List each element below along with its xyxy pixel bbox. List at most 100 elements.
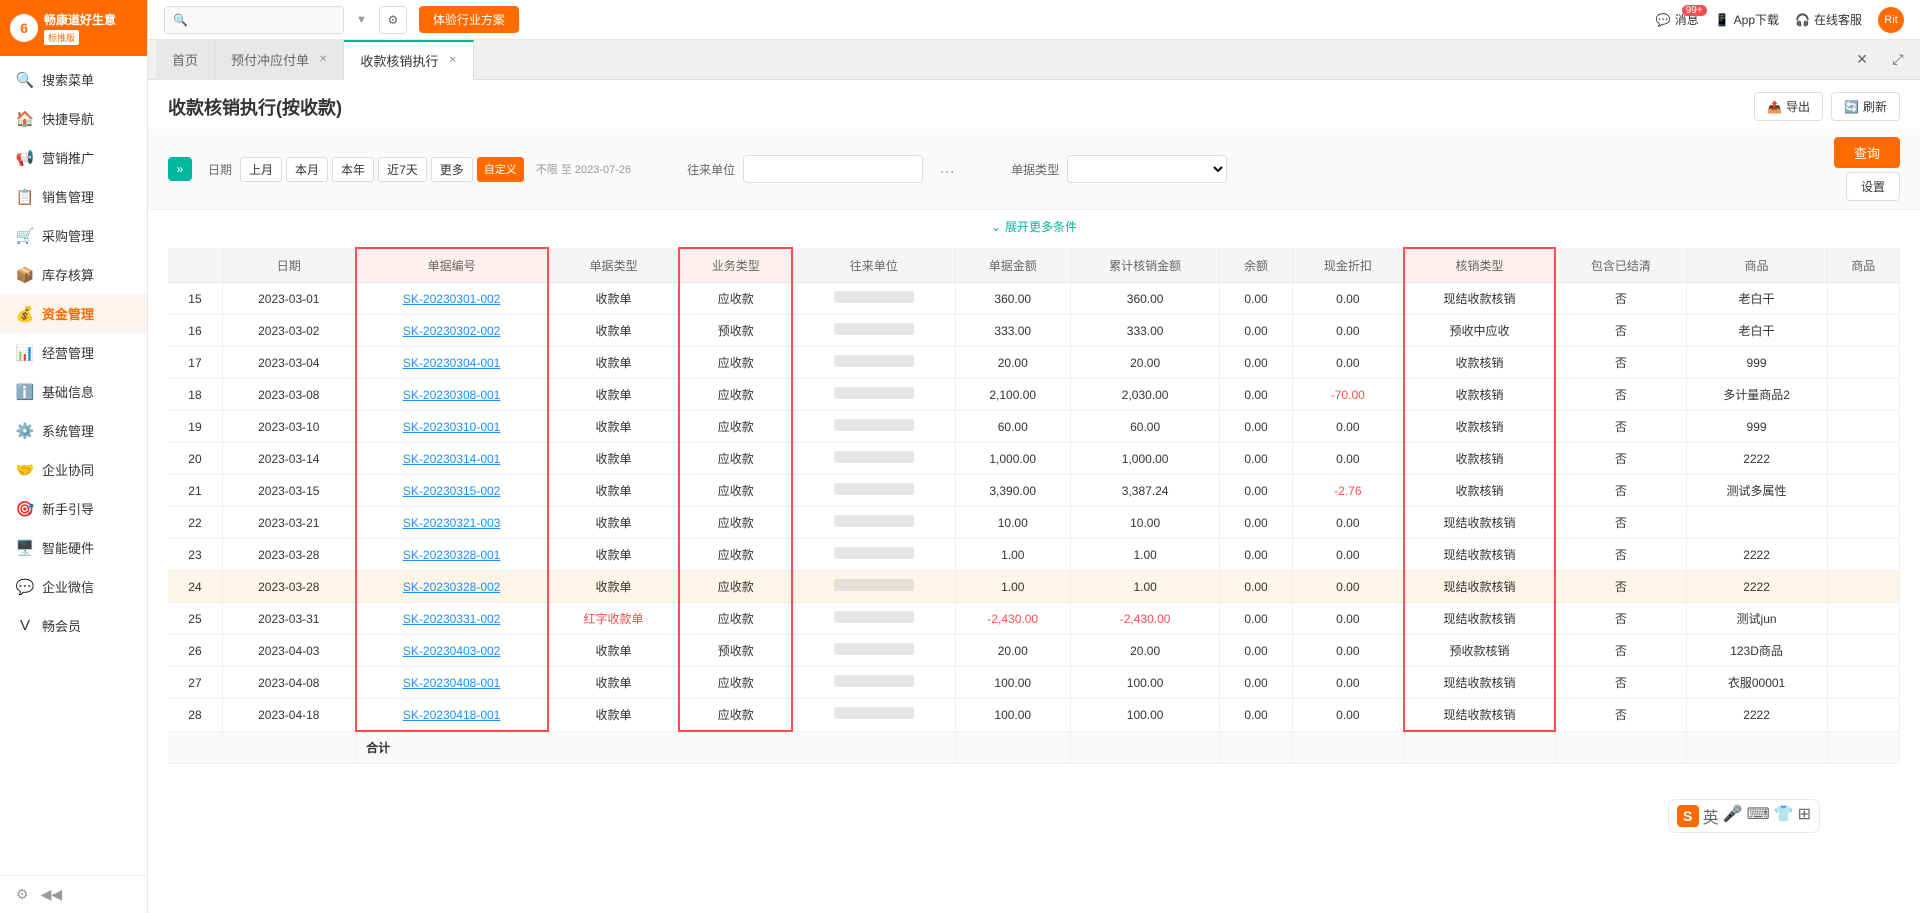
sidebar-item-label-finance: 资金管理 — [42, 304, 94, 323]
sidebar-bottom: ⚙ ◀◀ — [0, 875, 147, 913]
sidebar-item-search[interactable]: 🔍搜索菜单 — [0, 60, 147, 99]
last-month-btn[interactable]: 上月 — [240, 157, 282, 182]
bill-type-select[interactable] — [1067, 155, 1227, 183]
filter-toggle-btn[interactable]: » — [168, 157, 192, 181]
cell-r8-c2[interactable]: SK-20230328-001 — [356, 539, 548, 571]
tab-home[interactable]: 首页 — [156, 40, 215, 80]
expand-conditions-btn[interactable]: ⌄ 展开更多条件 — [991, 218, 1077, 235]
topbar-dropdown[interactable]: ▼ — [356, 14, 367, 26]
settings-btn[interactable]: 设置 — [1846, 172, 1900, 201]
cell-r2-c12: 999 — [1686, 347, 1827, 379]
bill-link[interactable]: SK-20230418-001 — [403, 708, 500, 722]
cell-r2-c2[interactable]: SK-20230304-001 — [356, 347, 548, 379]
user-avatar[interactable]: Rit — [1878, 7, 1904, 33]
sidebar-item-basic[interactable]: ℹ️基础信息 — [0, 372, 147, 411]
cell-r10-c2[interactable]: SK-20230331-002 — [356, 603, 548, 635]
topbar-search-box[interactable]: 🔍 — [164, 6, 344, 34]
app-download-btn[interactable]: 📱 App下载 — [1715, 11, 1779, 28]
cell-r13-c7: 100.00 — [1070, 699, 1220, 732]
cell-r2-c0: 17 — [168, 347, 222, 379]
bill-link[interactable]: SK-20230315-002 — [403, 484, 500, 498]
bill-link[interactable]: SK-20230408-001 — [403, 676, 500, 690]
sidebar-item-shortcut[interactable]: 🏠快捷导航 — [0, 99, 147, 138]
cell-r13-c2[interactable]: SK-20230418-001 — [356, 699, 548, 732]
online-service-btn[interactable]: 🎧 在线客服 — [1795, 11, 1862, 28]
bill-link[interactable]: SK-20230321-003 — [403, 516, 500, 530]
cell-r7-c8: 0.00 — [1220, 507, 1292, 539]
sidebar-item-enterprise[interactable]: 🤝企业协同 — [0, 450, 147, 489]
cell-r0-c2[interactable]: SK-20230301-002 — [356, 283, 548, 315]
sidebar-item-sales[interactable]: 📋销售管理 — [0, 177, 147, 216]
cell-r11-c7: 20.00 — [1070, 635, 1220, 667]
sidebar-item-guide[interactable]: 🎯新手引导 — [0, 489, 147, 528]
table-row: 282023-04-18SK-20230418-001收款单应收款100.001… — [168, 699, 1900, 732]
bill-link[interactable]: SK-20230314-001 — [403, 452, 500, 466]
col-header-12: 商品 — [1686, 248, 1827, 283]
sidebar-item-wechat[interactable]: 💬企业微信 — [0, 567, 147, 606]
maximize-tab-btn[interactable]: ⤢ — [1884, 46, 1912, 74]
topbar-gear-btn[interactable]: ⚙ — [379, 6, 407, 34]
sidebar-item-inventory[interactable]: 📦库存核算 — [0, 255, 147, 294]
bill-link[interactable]: SK-20230310-001 — [403, 420, 500, 434]
bill-link[interactable]: SK-20230302-002 — [403, 324, 500, 338]
bill-link[interactable]: SK-20230331-002 — [403, 612, 500, 626]
tabs-actions: ✕ ⤢ — [1848, 46, 1920, 74]
cell-r9-c0: 24 — [168, 571, 222, 603]
cell-r11-c2[interactable]: SK-20230403-002 — [356, 635, 548, 667]
cell-r0-c11: 否 — [1555, 283, 1686, 315]
tab-payable[interactable]: 预付冲应付单✕ — [215, 40, 344, 80]
bill-link[interactable]: SK-20230304-001 — [403, 356, 500, 370]
sidebar-item-marketing[interactable]: 📢营销推广 — [0, 138, 147, 177]
export-btn[interactable]: 📤 导出 — [1754, 92, 1823, 121]
messages-btn[interactable]: 💬 消息 99+ — [1656, 11, 1699, 28]
settings-icon[interactable]: ⚙ — [16, 886, 29, 903]
cell-r1-c2[interactable]: SK-20230302-002 — [356, 315, 548, 347]
chevron-right-icon: » — [177, 162, 184, 176]
sidebar-item-system[interactable]: ⚙️系统管理 — [0, 411, 147, 450]
cell-r2-c6: 20.00 — [955, 347, 1070, 379]
last-7days-btn[interactable]: 近7天 — [378, 157, 427, 182]
cell-r5-c9: 0.00 — [1292, 443, 1404, 475]
cell-r9-c9: 0.00 — [1292, 571, 1404, 603]
bill-link[interactable]: SK-20230328-001 — [403, 548, 500, 562]
bill-link[interactable]: SK-20230403-002 — [403, 644, 500, 658]
tab-close-receipt[interactable]: ✕ — [448, 55, 456, 66]
sidebar-item-purchase[interactable]: 🛒采购管理 — [0, 216, 147, 255]
search-input[interactable] — [194, 13, 294, 27]
collapse-icon[interactable]: ◀◀ — [41, 886, 63, 903]
sidebar-item-operation[interactable]: 📊经营管理 — [0, 333, 147, 372]
sidebar-item-hardware[interactable]: 🖥️智能硬件 — [0, 528, 147, 567]
cell-r12-c2[interactable]: SK-20230408-001 — [356, 667, 548, 699]
sidebar-item-finance[interactable]: 💰 资金管理 — [0, 294, 147, 333]
table-row: 242023-03-28SK-20230328-002收款单应收款1.001.0… — [168, 571, 1900, 603]
this-year-btn[interactable]: 本年 — [332, 157, 374, 182]
cell-r11-c13 — [1827, 635, 1899, 667]
this-month-btn[interactable]: 本月 — [286, 157, 328, 182]
finance-icon: 💰 — [16, 305, 34, 323]
tab-receipt[interactable]: 收款核销执行✕ — [344, 40, 473, 80]
cell-r6-c2[interactable]: SK-20230315-002 — [356, 475, 548, 507]
cell-r3-c2[interactable]: SK-20230308-001 — [356, 379, 548, 411]
close-tab-btn[interactable]: ✕ — [1848, 46, 1876, 74]
cell-r9-c2[interactable]: SK-20230328-002 — [356, 571, 548, 603]
cell-r5-c2[interactable]: SK-20230314-001 — [356, 443, 548, 475]
sidebar-item-member[interactable]: V畅会员 — [0, 606, 147, 645]
industry-btn[interactable]: 体验行业方案 — [419, 6, 519, 33]
bill-link[interactable]: SK-20230301-002 — [403, 292, 500, 306]
tab-close-payable[interactable]: ✕ — [319, 54, 327, 65]
cell-r4-c2[interactable]: SK-20230310-001 — [356, 411, 548, 443]
topbar: 🔍 ▼ ⚙ 体验行业方案 💬 消息 99+ 📱 App下载 🎧 在线客服 — [148, 0, 1920, 40]
custom-date-btn[interactable]: 自定义 — [477, 157, 524, 182]
partner-input[interactable] — [743, 155, 923, 183]
bill-link[interactable]: SK-20230328-002 — [403, 580, 500, 594]
refresh-btn[interactable]: 🔄 刷新 — [1831, 92, 1900, 121]
cell-r3-c11: 否 — [1555, 379, 1686, 411]
cell-r4-c3: 收款单 — [548, 411, 680, 443]
system-icon: ⚙️ — [16, 422, 34, 440]
more-btn[interactable]: 更多 — [431, 157, 473, 182]
query-btn[interactable]: 查询 — [1834, 137, 1900, 168]
bill-link[interactable]: SK-20230308-001 — [403, 388, 500, 402]
cell-r7-c2[interactable]: SK-20230321-003 — [356, 507, 548, 539]
cell-r6-c3: 收款单 — [548, 475, 680, 507]
cell-r12-c5 — [792, 667, 955, 699]
